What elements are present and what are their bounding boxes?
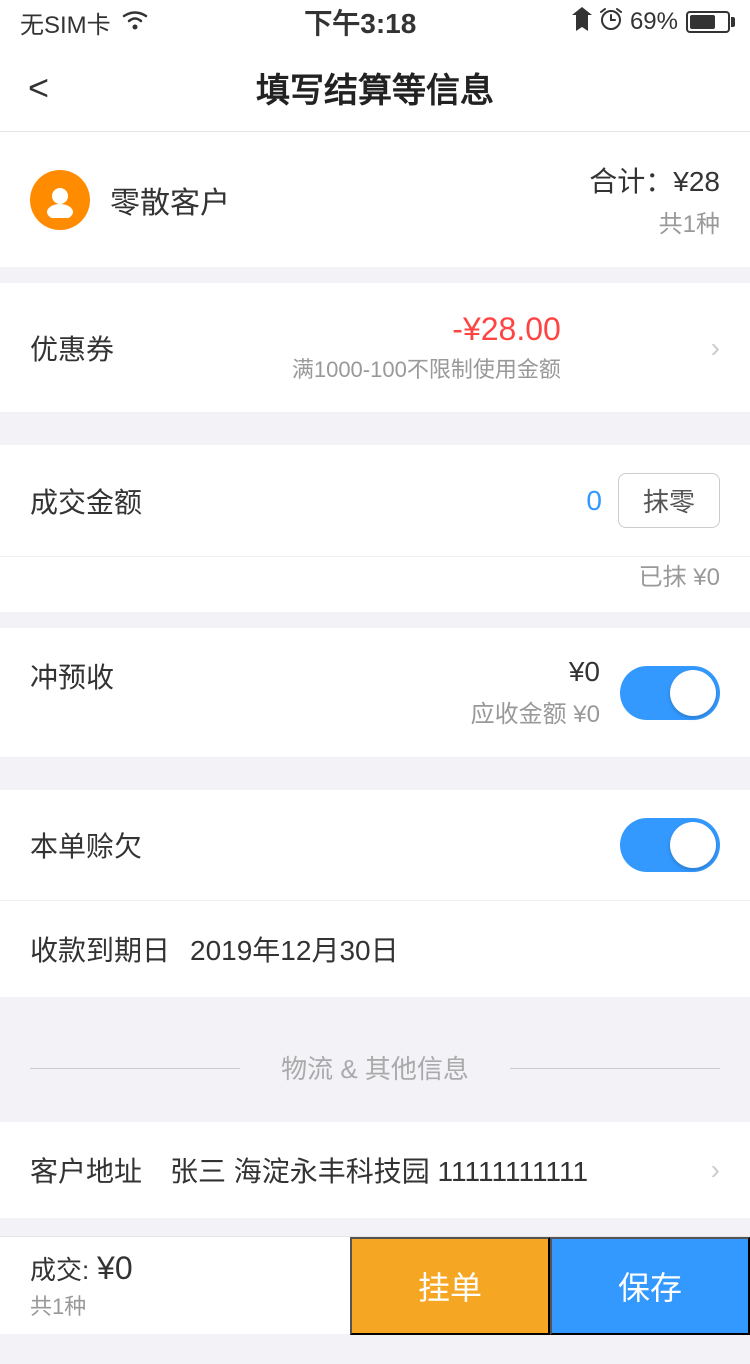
round-zero-button[interactable]: 抹零 <box>618 473 720 528</box>
coupon-row[interactable]: 优惠券 -¥28.00 满1000-100不限制使用金额 › <box>0 283 750 413</box>
credit-label: 本单赊欠 <box>30 825 150 865</box>
page-title: 填写结算等信息 <box>256 63 494 112</box>
customer-row: 零散客户 合计：¥28 共1种 <box>0 132 750 267</box>
credit-section: 本单赊欠 收款到期日 2019年12月30日 <box>0 790 750 997</box>
address-label: 客户地址 <box>30 1150 150 1190</box>
toggle-knob <box>670 670 716 716</box>
deal-label: 成交金额 <box>30 481 150 521</box>
divider-1 <box>0 429 750 445</box>
save-button[interactable]: 保存 <box>550 1237 750 1335</box>
bottom-count: 共1种 <box>30 1289 320 1321</box>
coupon-right: -¥28.00 满1000-100不限制使用金额 <box>292 311 561 384</box>
customer-left: 零散客户 <box>30 170 230 230</box>
logistics-header: 物流 & 其他信息 <box>0 1029 750 1106</box>
due-date-row: 收款到期日 2019年12月30日 <box>0 901 750 997</box>
prepay-label: 冲预收 <box>30 656 150 696</box>
prepay-sub: 应收金额 ¥0 <box>471 694 600 729</box>
carrier-text: 无SIM卡 <box>20 5 111 40</box>
bottom-deal-label: 成交: <box>30 1255 89 1285</box>
deal-row: 成交金额 0 抹零 <box>0 445 750 557</box>
coupon-amount: -¥28.00 <box>292 311 561 348</box>
divider-2 <box>0 774 750 790</box>
credit-toggle[interactable] <box>620 818 720 872</box>
status-bar: 无SIM卡 下午3:18 69% <box>0 0 750 44</box>
customer-avatar <box>30 170 90 230</box>
divider-4 <box>0 1106 750 1122</box>
status-left: 无SIM卡 <box>20 5 149 40</box>
alarm-icon <box>600 7 622 38</box>
deal-right: 0 抹零 <box>586 473 720 528</box>
due-date-label: 收款到期日 <box>30 929 170 969</box>
prepay-toggle[interactable] <box>620 666 720 720</box>
deal-sub: 已抹 ¥0 <box>639 564 720 591</box>
coupon-label: 优惠券 <box>30 328 150 368</box>
address-value: 张三 海淀永丰科技园 11111111111 <box>170 1150 703 1190</box>
deal-section: 成交金额 0 抹零 已抹 ¥0 <box>0 445 750 612</box>
credit-toggle-knob <box>670 822 716 868</box>
status-time: 下午3:18 <box>304 2 416 42</box>
address-chevron: › <box>711 1154 720 1186</box>
bottom-deal-amount: ¥0 <box>97 1250 133 1286</box>
wifi-icon <box>121 8 149 37</box>
battery-percent: 69% <box>630 8 678 36</box>
customer-right: 合计：¥28 共1种 <box>589 160 720 239</box>
status-right: 69% <box>572 7 730 38</box>
customer-count: 共1种 <box>589 204 720 239</box>
coupon-desc: 满1000-100不限制使用金额 <box>292 352 561 384</box>
logistics-label: 物流 & 其他信息 <box>281 1054 469 1084</box>
location-icon <box>572 7 592 38</box>
back-button[interactable]: < <box>28 67 49 109</box>
customer-total: 合计：¥28 <box>589 160 720 200</box>
divider-3 <box>0 1013 750 1029</box>
address-row[interactable]: 客户地址 张三 海淀永丰科技园 11111111111 › <box>0 1122 750 1218</box>
bottom-deal-line: 成交: ¥0 <box>30 1250 320 1287</box>
due-date-value: 2019年12月30日 <box>190 929 399 969</box>
hang-button[interactable]: 挂单 <box>350 1237 550 1335</box>
prepay-amount: ¥0 <box>471 656 600 688</box>
bottom-bar: 成交: ¥0 共1种 挂单 保存 <box>0 1236 750 1334</box>
bottom-summary: 成交: ¥0 共1种 <box>0 1250 350 1321</box>
coupon-chevron: › <box>711 332 720 364</box>
nav-bar: < 填写结算等信息 <box>0 44 750 132</box>
prepay-section: 冲预收 ¥0 应收金额 ¥0 <box>0 628 750 758</box>
battery-icon <box>686 11 730 33</box>
deal-value: 0 <box>586 485 602 517</box>
customer-name: 零散客户 <box>110 178 230 222</box>
